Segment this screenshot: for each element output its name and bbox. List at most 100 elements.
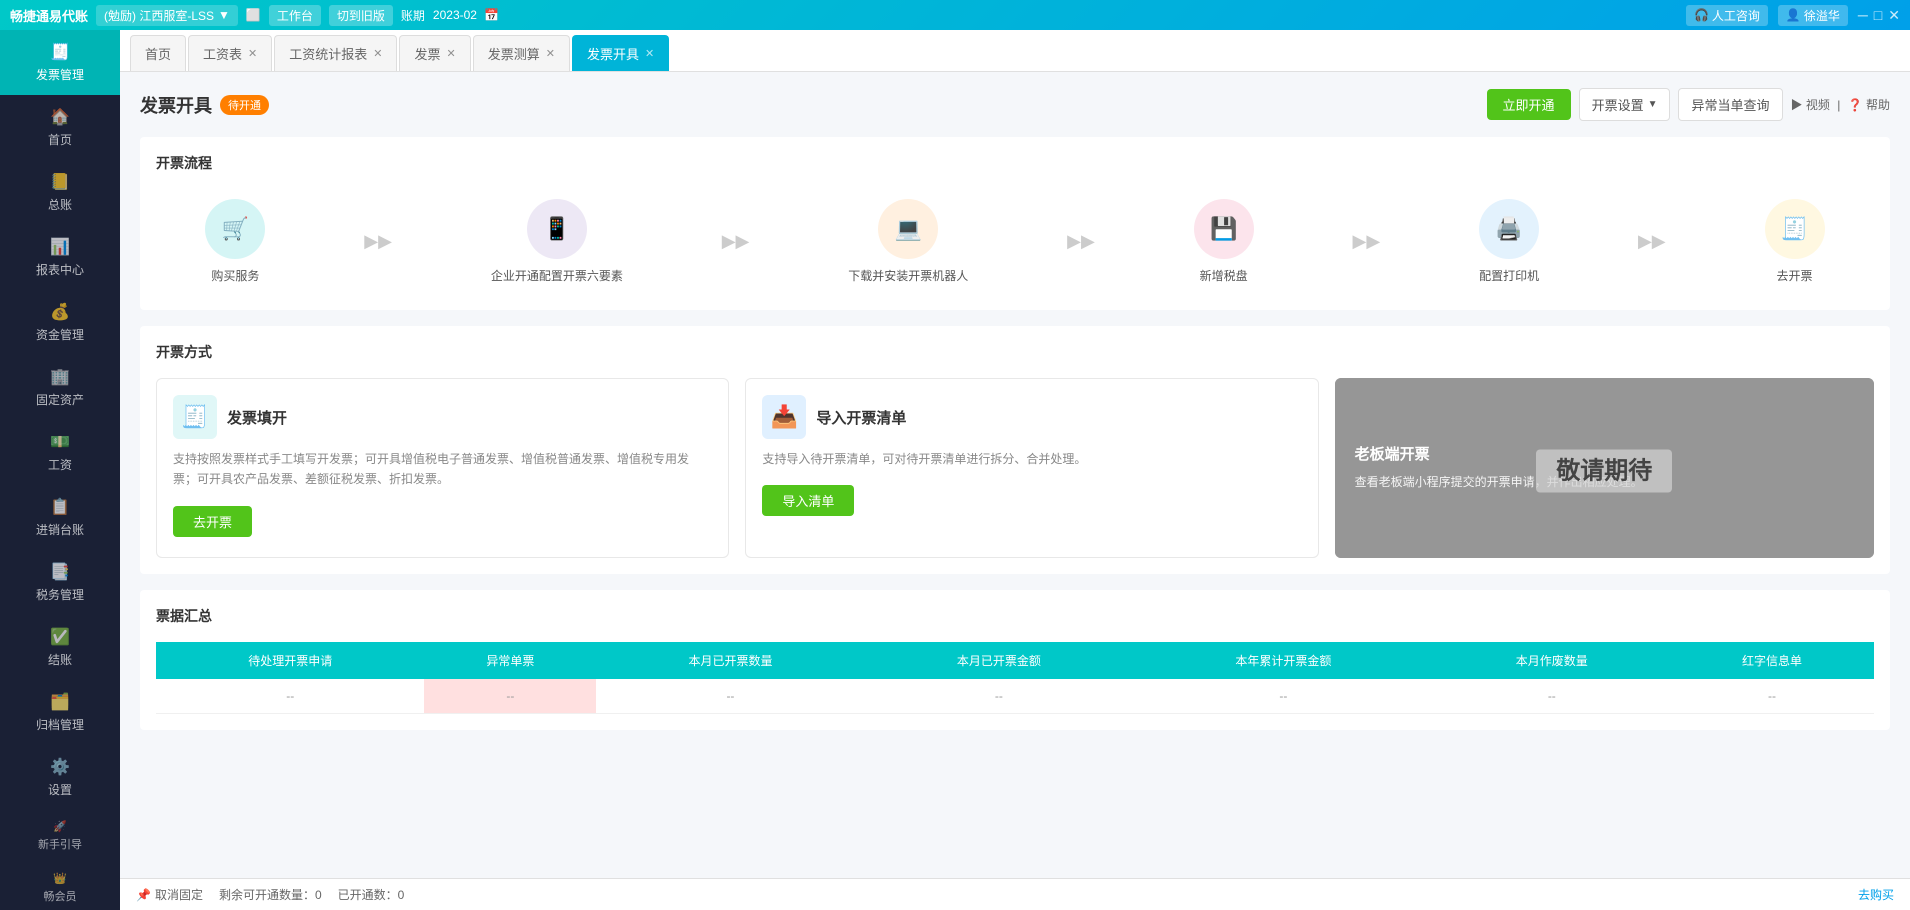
sidebar-item-salary[interactable]: 💵 工资 <box>0 420 120 485</box>
person-icon: 👤 <box>1786 8 1801 22</box>
sidebar-item-assets[interactable]: 🏢 固定资产 <box>0 355 120 420</box>
maximize-icon[interactable]: □ <box>1874 7 1882 23</box>
home-icon: 🏠 <box>50 107 70 127</box>
buy-service-icon: 🛒 <box>205 199 265 259</box>
ledger-icon: 📒 <box>50 172 70 192</box>
flow-step-printer-label: 配置打印机 <box>1479 267 1539 284</box>
fill-invoice-icon: 🧾 <box>173 395 217 439</box>
flow-step-printer: 🖨️ 配置打印机 <box>1479 199 1539 284</box>
purchases-icon: 📋 <box>50 497 70 517</box>
flow-section-title: 开票流程 <box>156 153 1874 173</box>
coming-soon-text: 敬请期待 <box>1536 450 1672 493</box>
flow-step-open-label: 去开票 <box>1776 267 1812 284</box>
close-icon[interactable]: ✕ <box>1888 7 1900 24</box>
settings-button[interactable]: 开票设置 ▼ <box>1579 88 1671 121</box>
tab-close-salary-report[interactable]: ✕ <box>373 47 382 60</box>
summary-table: 待处理开票申请 异常单票 本月已开票数量 本月已开票金额 本年累计开票金额 本月… <box>156 642 1874 714</box>
page-title-row: 发票开具 待开通 <box>140 92 269 118</box>
remaining-quota: 剩余可开通数量：0 <box>219 886 322 903</box>
tab-salary-report[interactable]: 工资统计报表 ✕ <box>274 35 397 71</box>
sidebar-item-invoice[interactable]: 🧾 发票管理 <box>0 30 120 95</box>
tab-close-salary[interactable]: ✕ <box>248 47 257 60</box>
sidebar-item-reports[interactable]: 📊 报表中心 <box>0 225 120 290</box>
method-card-fill-header: 🧾 发票填开 <box>173 395 712 439</box>
user-avatar[interactable]: 👤 徐溢华 <box>1778 5 1848 26</box>
tab-invoice-calc[interactable]: 发票测算 ✕ <box>473 35 570 71</box>
top-bar-right: 🎧 人工咨询 👤 徐溢华 ─ □ ✕ <box>1686 5 1900 26</box>
tab-salary[interactable]: 工资表 ✕ <box>188 35 272 71</box>
tab-invoice-open[interactable]: 发票开具 ✕ <box>572 35 669 71</box>
status-badge: 待开通 <box>220 95 269 115</box>
method-card-import-header: 📥 导入开票清单 <box>762 395 1301 439</box>
archive-icon: 🗂️ <box>50 692 70 712</box>
guide-icon: 🚀 <box>53 820 67 833</box>
fill-invoice-button[interactable]: 去开票 <box>173 506 252 537</box>
buy-link[interactable]: 去购买 <box>1858 886 1894 903</box>
sidebar-item-label: 资金管理 <box>36 326 84 343</box>
minimize-icon[interactable]: ─ <box>1858 7 1868 23</box>
tab-invoice[interactable]: 发票 ✕ <box>399 35 470 71</box>
summary-table-header: 待处理开票申请 异常单票 本月已开票数量 本月已开票金额 本年累计开票金额 本月… <box>156 642 1874 679</box>
app-logo: 畅捷通易代账 <box>10 6 88 25</box>
member-icon: 👑 <box>53 872 67 885</box>
period-selector[interactable]: 账期 2023-02 📅 <box>401 7 499 24</box>
flow-step-tax: 💾 新增税盘 <box>1194 199 1254 284</box>
calendar-icon: 📅 <box>484 8 499 22</box>
flow-step-buy: 🛒 购买服务 <box>205 199 265 284</box>
page-title: 发票开具 <box>140 92 212 118</box>
workbench-button[interactable]: 工作台 <box>269 5 321 26</box>
tab-close-invoice[interactable]: ✕ <box>447 47 456 60</box>
query-button[interactable]: 异常当单查询 <box>1678 88 1782 121</box>
tab-home[interactable]: 首页 <box>130 35 186 71</box>
sidebar-item-home[interactable]: 🏠 首页 <box>0 95 120 160</box>
page-header: 发票开具 待开通 立即开通 开票设置 ▼ 异常当单查询 ▶ 视频 | ❓ <box>140 88 1890 121</box>
download-icon: 💻 <box>878 199 938 259</box>
flow-step-download-label: 下载并安装开票机器人 <box>848 267 968 284</box>
val-month-count: -- <box>596 679 864 714</box>
consult-button[interactable]: 🎧 人工咨询 <box>1686 5 1768 26</box>
col-month-amount: 本月已开票金额 <box>865 642 1133 679</box>
val-month-amount: -- <box>865 679 1133 714</box>
switch-old-version-button[interactable]: 切到旧版 <box>329 5 393 26</box>
sidebar-item-settings[interactable]: ⚙️ 设置 <box>0 745 120 810</box>
view-help[interactable]: ▶ 视频 | ❓ 帮助 <box>1791 96 1891 113</box>
tab-close-invoice-calc[interactable]: ✕ <box>546 47 555 60</box>
sidebar-item-label: 归档管理 <box>36 716 84 733</box>
col-month-count: 本月已开票数量 <box>596 642 864 679</box>
sidebar-item-settlement[interactable]: ✅ 结账 <box>0 615 120 680</box>
company-selector[interactable]: (勉励) 江西服室-LSS ▼ <box>96 5 238 26</box>
flow-step-tax-label: 新增税盘 <box>1200 267 1248 284</box>
sidebar-item-archive[interactable]: 🗂️ 归档管理 <box>0 680 120 745</box>
col-red-info: 红字信息单 <box>1670 642 1874 679</box>
summary-table-row: -- -- -- -- -- -- -- <box>156 679 1874 714</box>
finance-icon: 💰 <box>50 302 70 322</box>
flow-arrow-5: ▶▶ <box>1638 231 1666 252</box>
window-controls: ─ □ ✕ <box>1858 7 1900 24</box>
sidebar-item-tax[interactable]: 📑 税务管理 <box>0 550 120 615</box>
immediate-open-button[interactable]: 立即开通 <box>1487 89 1571 120</box>
flow-arrow-3: ▶▶ <box>1067 231 1095 252</box>
fill-invoice-title: 发票填开 <box>227 407 287 428</box>
method-section-title: 开票方式 <box>156 342 1874 362</box>
sidebar-item-purchases[interactable]: 📋 进销台账 <box>0 485 120 550</box>
sidebar-item-guide[interactable]: 🚀 新手引导 <box>0 810 120 862</box>
col-abnormal: 异常单票 <box>424 642 596 679</box>
val-red-info: -- <box>1670 679 1874 714</box>
chevron-down-icon: ▼ <box>218 8 230 22</box>
flow-arrow-4: ▶▶ <box>1353 231 1381 252</box>
company-name: (勉励) 江西服室-LSS <box>104 7 214 24</box>
unpin-button[interactable]: 📌 取消固定 <box>136 886 203 903</box>
copy-icon[interactable]: ⬜ <box>246 8 261 22</box>
bottom-bar: 📌 取消固定 剩余可开通数量：0 已开通数：0 去购买 <box>120 878 1910 910</box>
sidebar-item-finance[interactable]: 💰 资金管理 <box>0 290 120 355</box>
tab-close-invoice-open[interactable]: ✕ <box>645 47 654 60</box>
sidebar-item-member[interactable]: 👑 畅会员 <box>0 862 120 910</box>
val-month-void: -- <box>1434 679 1670 714</box>
opened-count: 已开通数：0 <box>338 886 405 903</box>
assets-icon: 🏢 <box>50 367 70 387</box>
import-invoice-button[interactable]: 导入清单 <box>762 485 854 516</box>
settlement-icon: ✅ <box>50 627 70 647</box>
sidebar-item-label: 工资 <box>48 456 72 473</box>
sidebar-item-ledger[interactable]: 📒 总账 <box>0 160 120 225</box>
val-pending: -- <box>156 679 424 714</box>
